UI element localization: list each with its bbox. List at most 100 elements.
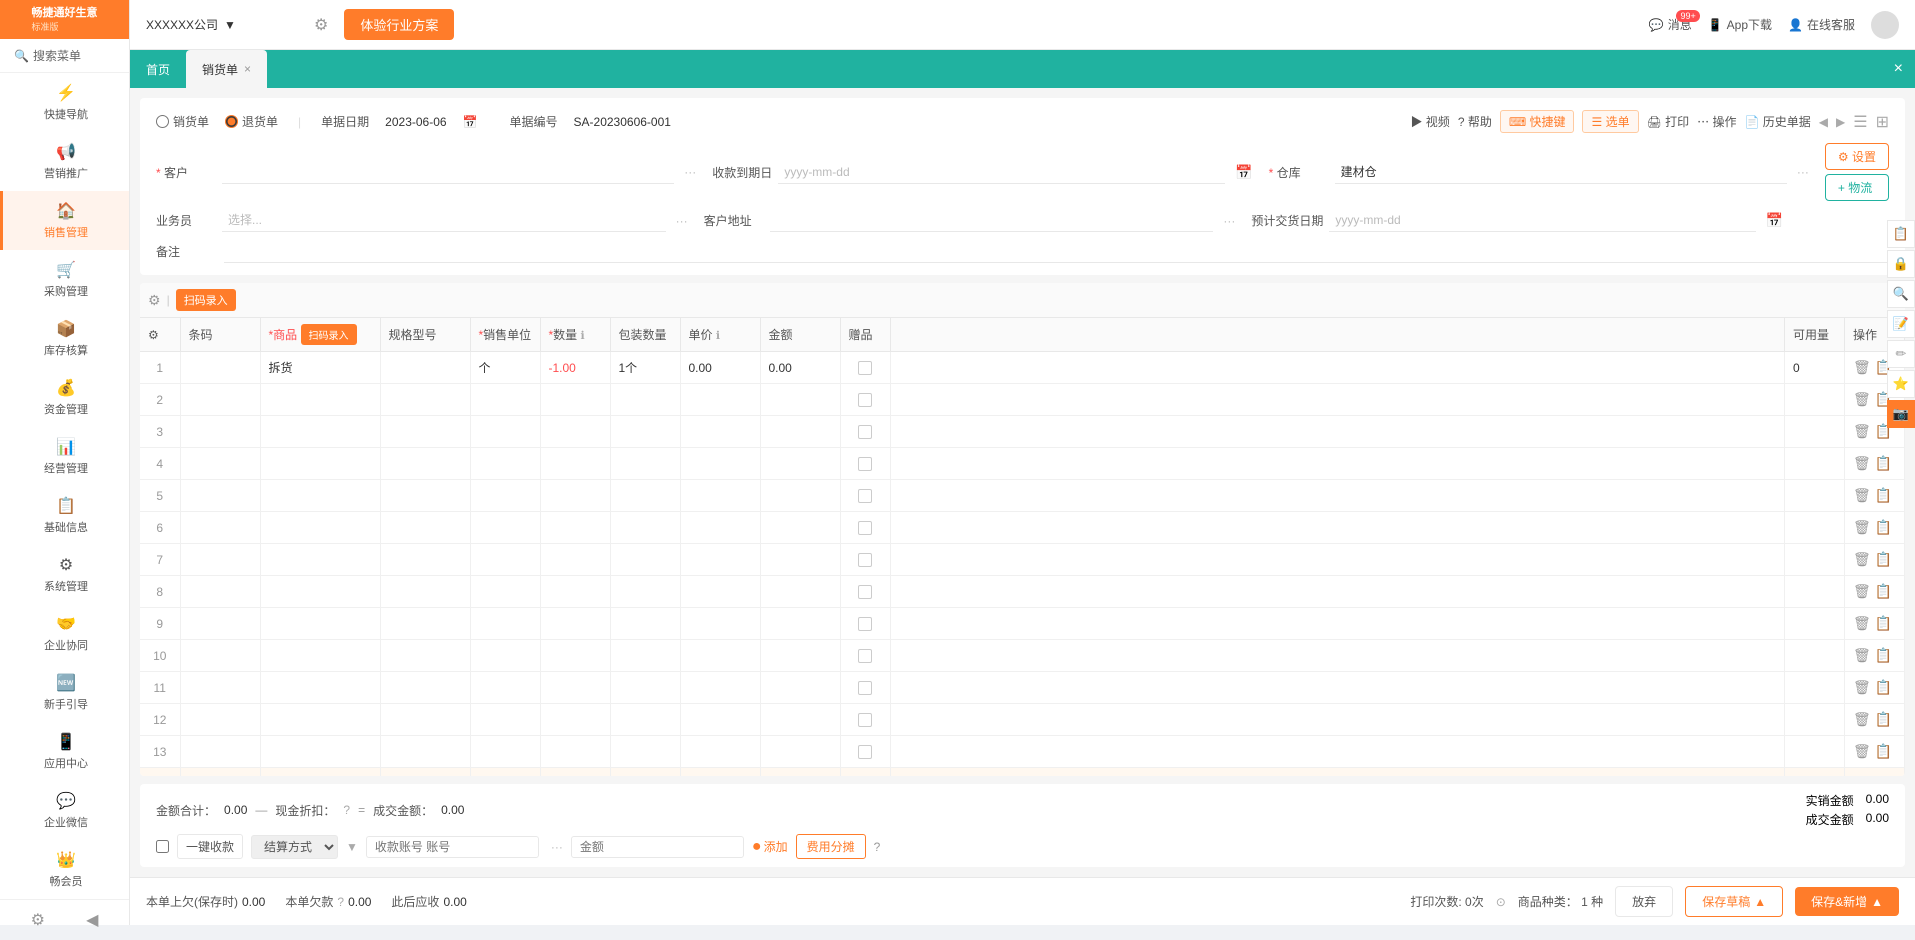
sidebar-item-purchase[interactable]: 🛒采购管理 (0, 250, 129, 309)
radio-sales-input[interactable] (156, 115, 169, 128)
scan-btn[interactable]: 扫码录入 (176, 289, 236, 311)
sidebar-item-apps[interactable]: 📱应用中心 (0, 722, 129, 781)
sidebar-item-members[interactable]: 👑畅会员 (0, 840, 129, 899)
row-delete-icon[interactable]: 🗑 (1853, 583, 1871, 600)
sidebar-item-operations[interactable]: 📊经营管理 (0, 427, 129, 486)
customer-addr-input[interactable] (770, 209, 1214, 232)
account-dots[interactable]: ··· (551, 840, 563, 854)
row-copy-icon[interactable]: 📋 (1875, 679, 1892, 696)
sidebar-item-finance[interactable]: 💰资金管理 (0, 368, 129, 427)
row-delete-icon[interactable]: 🗑 (1853, 455, 1871, 472)
rt-btn-1[interactable]: 📋 (1887, 220, 1915, 248)
payment-method-select[interactable]: 结算方式 (251, 835, 338, 859)
rt-btn-7[interactable]: 📷 (1887, 400, 1915, 428)
help-btn[interactable]: ? 帮助 (1458, 113, 1492, 130)
row-delete-icon[interactable]: 🗑 (1853, 391, 1871, 408)
print-btn[interactable]: 🖨 打印 (1647, 113, 1690, 130)
expected-delivery-cal[interactable]: 📅 (1766, 212, 1783, 229)
gift-checkbox[interactable] (858, 457, 872, 471)
customer-input[interactable] (222, 161, 674, 184)
sidebar-item-quick-nav[interactable]: ⚡快捷导航 (0, 73, 129, 132)
add-btn[interactable]: ● 添加 (752, 838, 788, 856)
save-draft-btn[interactable]: 保存草稿 ▲ (1685, 886, 1783, 917)
gift-checkbox[interactable] (858, 393, 872, 407)
message-btn[interactable]: 💬 消息 99+ (1649, 16, 1692, 33)
gift-checkbox[interactable] (858, 713, 872, 727)
settings-icon[interactable]: ⚙ (31, 910, 45, 930)
row-delete-icon[interactable]: 🗑 (1853, 679, 1871, 696)
gift-checkbox[interactable] (858, 745, 872, 759)
shortcut-btn[interactable]: ⌨ 快捷键 (1500, 110, 1575, 133)
one-click-btn[interactable]: 一键收款 (177, 834, 243, 859)
list-view-icon[interactable]: ☰ (1853, 112, 1867, 132)
expected-delivery-input[interactable] (1329, 209, 1755, 232)
expense-split-btn[interactable]: 费用分摊 (796, 834, 866, 859)
tab-home[interactable]: 首页 (130, 50, 186, 88)
gift-checkbox[interactable] (858, 617, 872, 631)
table-settings-icon[interactable]: ⚙ (148, 292, 161, 309)
video-btn[interactable]: ▶ 视频 (1410, 113, 1449, 130)
account-input[interactable] (366, 836, 539, 858)
row-delete-icon[interactable]: 🗑 (1853, 615, 1871, 632)
sidebar-item-collab[interactable]: 🤝企业协同 (0, 604, 129, 663)
gift-checkbox[interactable] (858, 553, 872, 567)
tab-sales-order[interactable]: 销货单 × (186, 50, 267, 88)
save-new-btn[interactable]: 保存&新增 ▲ (1795, 887, 1899, 916)
rt-btn-6[interactable]: ⭐ (1887, 370, 1915, 398)
row-copy-icon[interactable]: 📋 (1875, 455, 1892, 472)
abandon-btn[interactable]: 放弃 (1615, 886, 1673, 917)
app-download-btn[interactable]: 📱 App下载 (1708, 16, 1772, 33)
sidebar-item-marketing[interactable]: 📢营销推广 (0, 132, 129, 191)
grid-view-icon[interactable]: ⊞ (1876, 112, 1889, 132)
select-btn[interactable]: ☰ 选单 (1582, 110, 1638, 133)
gift-checkbox[interactable] (858, 489, 872, 503)
row-delete-icon[interactable]: 🗑 (1853, 743, 1871, 760)
rt-btn-5[interactable]: ✏ (1887, 340, 1915, 368)
row-delete-icon[interactable]: 🗑 (1853, 711, 1871, 728)
row-delete-icon[interactable]: 🗑 (1853, 359, 1871, 376)
row-copy-icon[interactable]: 📋 (1875, 647, 1892, 664)
radio-return-input[interactable] (225, 115, 238, 128)
user-avatar[interactable] (1871, 11, 1899, 39)
history-btn[interactable]: 📄 历史单据 (1745, 113, 1811, 130)
row-copy-icon[interactable]: 📋 (1875, 487, 1892, 504)
payment-due-cal[interactable]: 📅 (1235, 164, 1252, 181)
gift-checkbox[interactable] (858, 361, 872, 375)
row-copy-icon[interactable]: 📋 (1875, 615, 1892, 632)
sidebar-item-inventory[interactable]: 📦库存核算 (0, 309, 129, 368)
calendar-icon[interactable]: 📅 (463, 115, 478, 129)
row-delete-icon[interactable]: 🗑 (1853, 551, 1871, 568)
customer-addr-dots[interactable]: ··· (1223, 214, 1235, 228)
radio-return[interactable]: 退货单 (225, 113, 278, 130)
gift-checkbox[interactable] (858, 681, 872, 695)
collapse-icon[interactable]: ◀ (86, 910, 98, 930)
row-delete-icon[interactable]: 🗑 (1853, 487, 1871, 504)
online-service-btn[interactable]: 👤 在线客服 (1788, 16, 1855, 33)
salesperson-input[interactable] (222, 209, 666, 232)
sidebar-item-guide[interactable]: 🆕新手引导 (0, 663, 129, 722)
settings-btn[interactable]: ⚙ 设置 (1825, 143, 1889, 170)
row-copy-icon[interactable]: 📋 (1875, 583, 1892, 600)
rt-btn-2[interactable]: 🔒 (1887, 250, 1915, 278)
rt-btn-4[interactable]: 📝 (1887, 310, 1915, 338)
topbar-gear-icon[interactable]: ⚙ (314, 15, 328, 35)
salesperson-dots[interactable]: ··· (676, 214, 688, 228)
logistics-btn[interactable]: + 物流 (1825, 174, 1889, 201)
scan-btn-th[interactable]: 扫码录入 (301, 324, 357, 345)
row-copy-icon[interactable]: 📋 (1875, 551, 1892, 568)
tab-close-icon[interactable]: × (244, 62, 251, 76)
row-copy-icon[interactable]: 📋 (1875, 743, 1892, 760)
nav-next-icon[interactable]: ▶ (1836, 115, 1845, 129)
gift-checkbox[interactable] (858, 425, 872, 439)
ops-btn[interactable]: ⋯ 操作 (1697, 113, 1736, 130)
row-copy-icon[interactable]: 📋 (1875, 519, 1892, 536)
row-delete-icon[interactable]: 🗑 (1853, 519, 1871, 536)
note-input[interactable] (224, 240, 1889, 263)
row-delete-icon[interactable]: 🗑 (1853, 647, 1871, 664)
customer-dots[interactable]: ··· (684, 165, 696, 179)
sidebar-item-system[interactable]: ⚙系统管理 (0, 545, 129, 604)
row-delete-icon[interactable]: 🗑 (1853, 423, 1871, 440)
warehouse-input[interactable] (1335, 161, 1787, 184)
one-click-checkbox[interactable] (156, 840, 169, 853)
row-copy-icon[interactable]: 📋 (1875, 711, 1892, 728)
